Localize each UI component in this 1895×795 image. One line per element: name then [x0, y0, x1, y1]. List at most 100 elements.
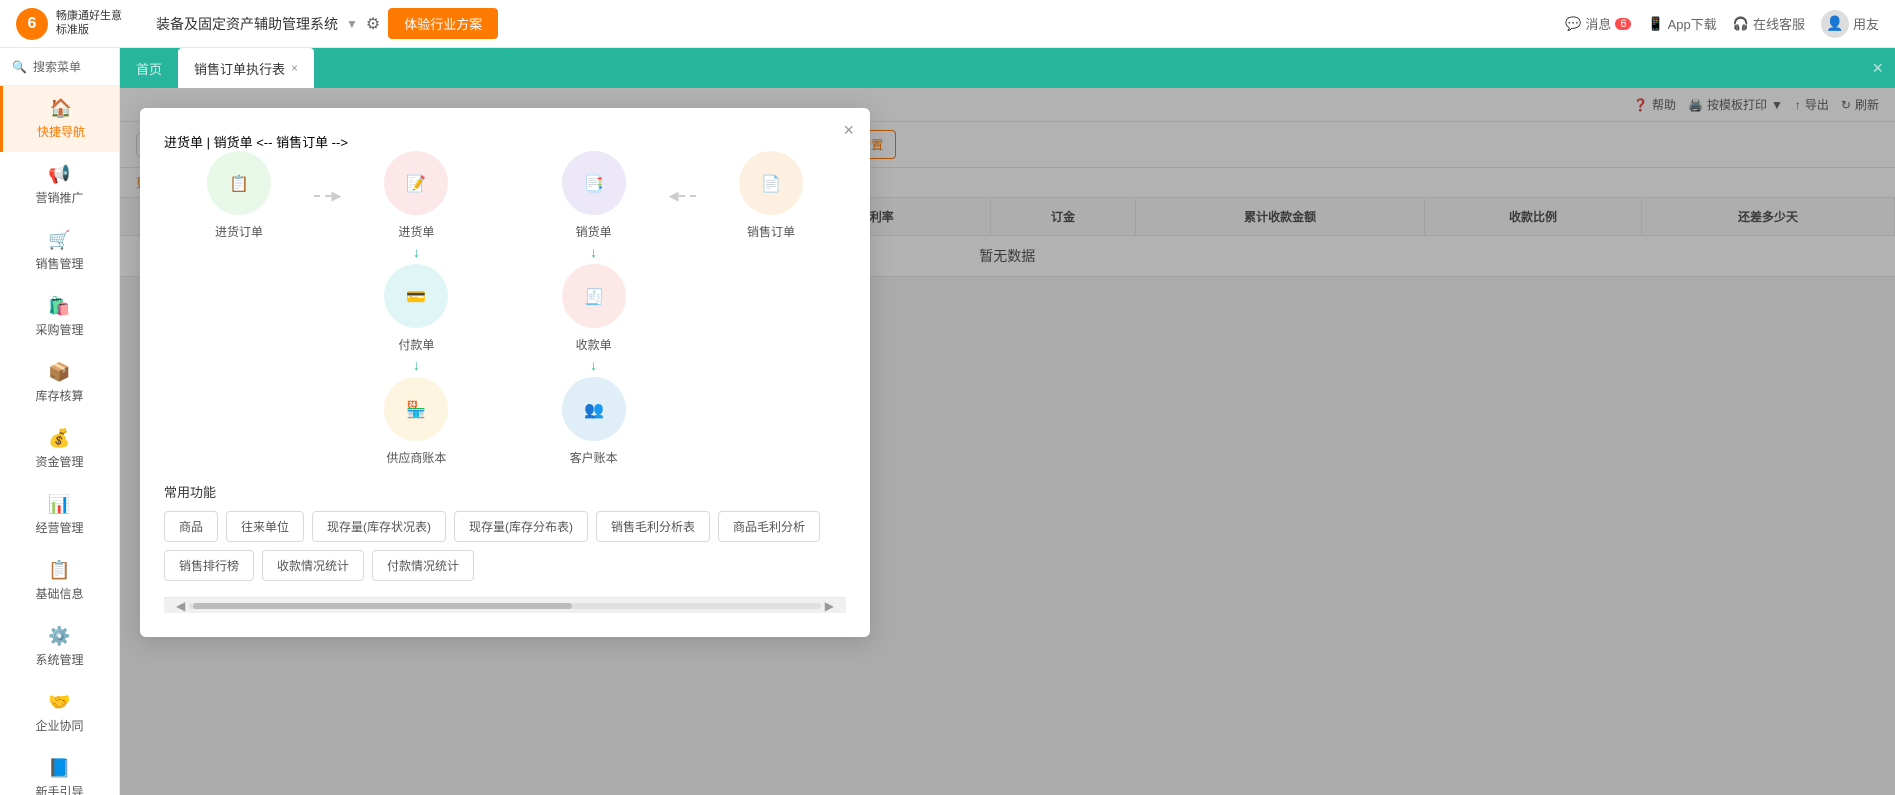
scroll-right-arrow[interactable]: ▶	[821, 599, 838, 613]
sidebar-item-sales[interactable]: 🛒 销售管理	[0, 218, 119, 284]
operations-icon: 📊	[48, 494, 70, 515]
inventory-icon: 📦	[48, 362, 70, 383]
top-bar: 6 畅康通好生意 标准版 装备及固定资产辅助管理系统 ▼ ⚙ 体验行业方案 💬 …	[0, 0, 1895, 48]
down-arrow-icon-2: ↓	[590, 244, 597, 260]
message-icon: 💬	[1565, 16, 1581, 32]
common-functions: 常用功能 商品 往来单位 现存量(库存状况表) 现存量(库存分布表) 销售毛利分…	[164, 482, 846, 581]
arrow-down-payment: ↓	[341, 357, 491, 373]
logo-area: 6 畅康通好生意 标准版	[16, 8, 136, 40]
svg-text:📋: 📋	[229, 174, 249, 193]
search-menu[interactable]: 🔍 搜索菜单	[0, 48, 119, 86]
scroll-left-arrow[interactable]: ◀	[172, 599, 189, 613]
sidebar-item-enterprise[interactable]: 🤝 企业协同	[0, 680, 119, 746]
customer-ledger-icon: 👥	[562, 377, 626, 441]
home-icon: 🏠	[50, 98, 72, 119]
arrow-down-sales: ↓	[519, 244, 669, 260]
sales-order-icon-node: 📄	[739, 151, 803, 215]
avatar: 👤	[1821, 10, 1849, 38]
tab-bar: 首页 销售订单执行表 × ×	[120, 48, 1895, 88]
flow-node-purchase-order[interactable]: 📋 进货订单	[164, 151, 314, 240]
logo-icon: 6	[16, 8, 48, 40]
scroll-thumb	[193, 603, 572, 609]
system-name: 装备及固定资产辅助管理系统	[156, 14, 338, 34]
sidebar-item-home[interactable]: 🏠 快捷导航	[0, 86, 119, 152]
scroll-track[interactable]	[189, 603, 821, 609]
svg-text:📝: 📝	[406, 174, 426, 193]
svg-text:📄: 📄	[761, 174, 781, 193]
message-badge: 6	[1615, 18, 1631, 30]
arrow-h-2: ◀	[669, 188, 696, 204]
func-buttons-row2: 销售排行榜 收款情况统计 付款情况统计	[164, 550, 846, 581]
arrow-down-receipt: ↓	[519, 357, 669, 373]
svg-text:🏪: 🏪	[406, 400, 426, 419]
online-service-button[interactable]: 🎧 在线客服	[1733, 14, 1805, 33]
arrow-down-purchase: ↓	[341, 244, 491, 260]
func-btn-product[interactable]: 商品	[164, 511, 218, 542]
func-btn-sales-rank[interactable]: 销售排行榜	[164, 550, 254, 581]
system-title: 装备及固定资产辅助管理系统 ▼ ⚙ 体验行业方案	[136, 8, 1565, 39]
down-arrow-icon-4: ↓	[590, 357, 597, 373]
tab-close-icon[interactable]: ×	[291, 61, 298, 75]
flow-node-sales-order[interactable]: 📄 销售订单	[696, 151, 846, 240]
func-buttons-row1: 商品 往来单位 现存量(库存状况表) 现存量(库存分布表) 销售毛利分析表 商品…	[164, 511, 846, 542]
modal-overlay: × 进货单 | 销货单 <-- 销售订单 --> 📋 进货订单	[120, 88, 1895, 795]
modal-box: × 进货单 | 销货单 <-- 销售订单 --> 📋 进货订单	[140, 108, 870, 637]
sidebar-item-finance[interactable]: 💰 资金管理	[0, 416, 119, 482]
modal-close-button[interactable]: ×	[843, 120, 854, 141]
sidebar-item-system[interactable]: ⚙️ 系统管理	[0, 614, 119, 680]
sidebar: 🔍 搜索菜单 🏠 快捷导航 📢 营销推广 🛒 销售管理 🛍️ 采购管理 📦 库存…	[0, 48, 120, 795]
flow-node-supplier-ledger[interactable]: 🏪 供应商账本	[341, 377, 491, 466]
scroll-bar-area: ◀ ▶	[164, 597, 846, 613]
tab-close-all-icon[interactable]: ×	[1872, 58, 1883, 79]
search-icon: 🔍	[12, 60, 27, 74]
flow-node-payment[interactable]: 💳 付款单	[341, 264, 491, 353]
gear-icon[interactable]: ⚙	[366, 14, 380, 34]
purchase-icon: 🛍️	[48, 296, 70, 317]
sidebar-item-operations[interactable]: 📊 经营管理	[0, 482, 119, 548]
user-menu[interactable]: 👤 用友	[1821, 10, 1879, 38]
tab-sales-order[interactable]: 销售订单执行表 ×	[178, 48, 314, 88]
logo-text: 畅康通好生意 标准版	[56, 10, 122, 36]
sales-icon-node: 📑	[562, 151, 626, 215]
flow-node-receipt[interactable]: 🧾 收款单	[519, 264, 669, 353]
svg-text:📑: 📑	[584, 174, 604, 193]
app-download-button[interactable]: 📱 App下载	[1647, 14, 1716, 33]
sidebar-item-guide[interactable]: 📘 新手引导	[0, 746, 119, 795]
svg-text:👥: 👥	[584, 402, 604, 419]
info-icon: 📋	[48, 560, 70, 581]
func-btn-receipt-stats[interactable]: 收款情况统计	[262, 550, 364, 581]
sidebar-item-marketing[interactable]: 📢 营销推广	[0, 152, 119, 218]
supplier-ledger-icon: 🏪	[384, 377, 448, 441]
func-btn-sales-margin[interactable]: 销售毛利分析表	[596, 511, 710, 542]
flow-diagram: 进货单 | 销货单 <-- 销售订单 --> 📋 进货订单 ▶	[164, 132, 846, 466]
func-btn-stock-dist[interactable]: 现存量(库存分布表)	[454, 511, 588, 542]
func-btn-payment-stats[interactable]: 付款情况统计	[372, 550, 474, 581]
trial-button[interactable]: 体验行业方案	[388, 8, 498, 39]
purchase-order-icon: 📋	[207, 151, 271, 215]
down-arrow-icon-1: ↓	[413, 244, 420, 260]
message-button[interactable]: 💬 消息 6	[1565, 14, 1631, 33]
top-right-area: 💬 消息 6 📱 App下载 🎧 在线客服 👤 用友	[1565, 10, 1879, 38]
system-icon: ⚙️	[48, 626, 70, 647]
download-icon: 📱	[1647, 16, 1663, 32]
purchase-icon-node: 📝	[384, 151, 448, 215]
flow-node-customer-ledger[interactable]: 👥 客户账本	[519, 377, 669, 466]
headset-icon: 🎧	[1733, 16, 1749, 32]
func-btn-stock-status[interactable]: 现存量(库存状况表)	[312, 511, 446, 542]
func-btn-partner[interactable]: 往来单位	[226, 511, 304, 542]
sidebar-item-basic-info[interactable]: 📋 基础信息	[0, 548, 119, 614]
system-dropdown-icon[interactable]: ▼	[346, 17, 358, 31]
flow-node-sales[interactable]: 📑 销货单	[519, 151, 669, 240]
flow-node-purchase[interactable]: 📝 进货单	[341, 151, 491, 240]
guide-icon: 📘	[48, 758, 70, 779]
finance-icon: 💰	[48, 428, 70, 449]
svg-text:💳: 💳	[406, 289, 426, 306]
arrow-h-1: ▶	[314, 188, 341, 204]
func-btn-product-margin[interactable]: 商品毛利分析	[718, 511, 820, 542]
sidebar-item-inventory[interactable]: 📦 库存核算	[0, 350, 119, 416]
payment-icon-node: 💳	[384, 264, 448, 328]
sales-icon: 🛒	[48, 230, 70, 251]
common-functions-title: 常用功能	[164, 482, 846, 501]
tab-home[interactable]: 首页	[120, 48, 178, 88]
sidebar-item-purchase[interactable]: 🛍️ 采购管理	[0, 284, 119, 350]
